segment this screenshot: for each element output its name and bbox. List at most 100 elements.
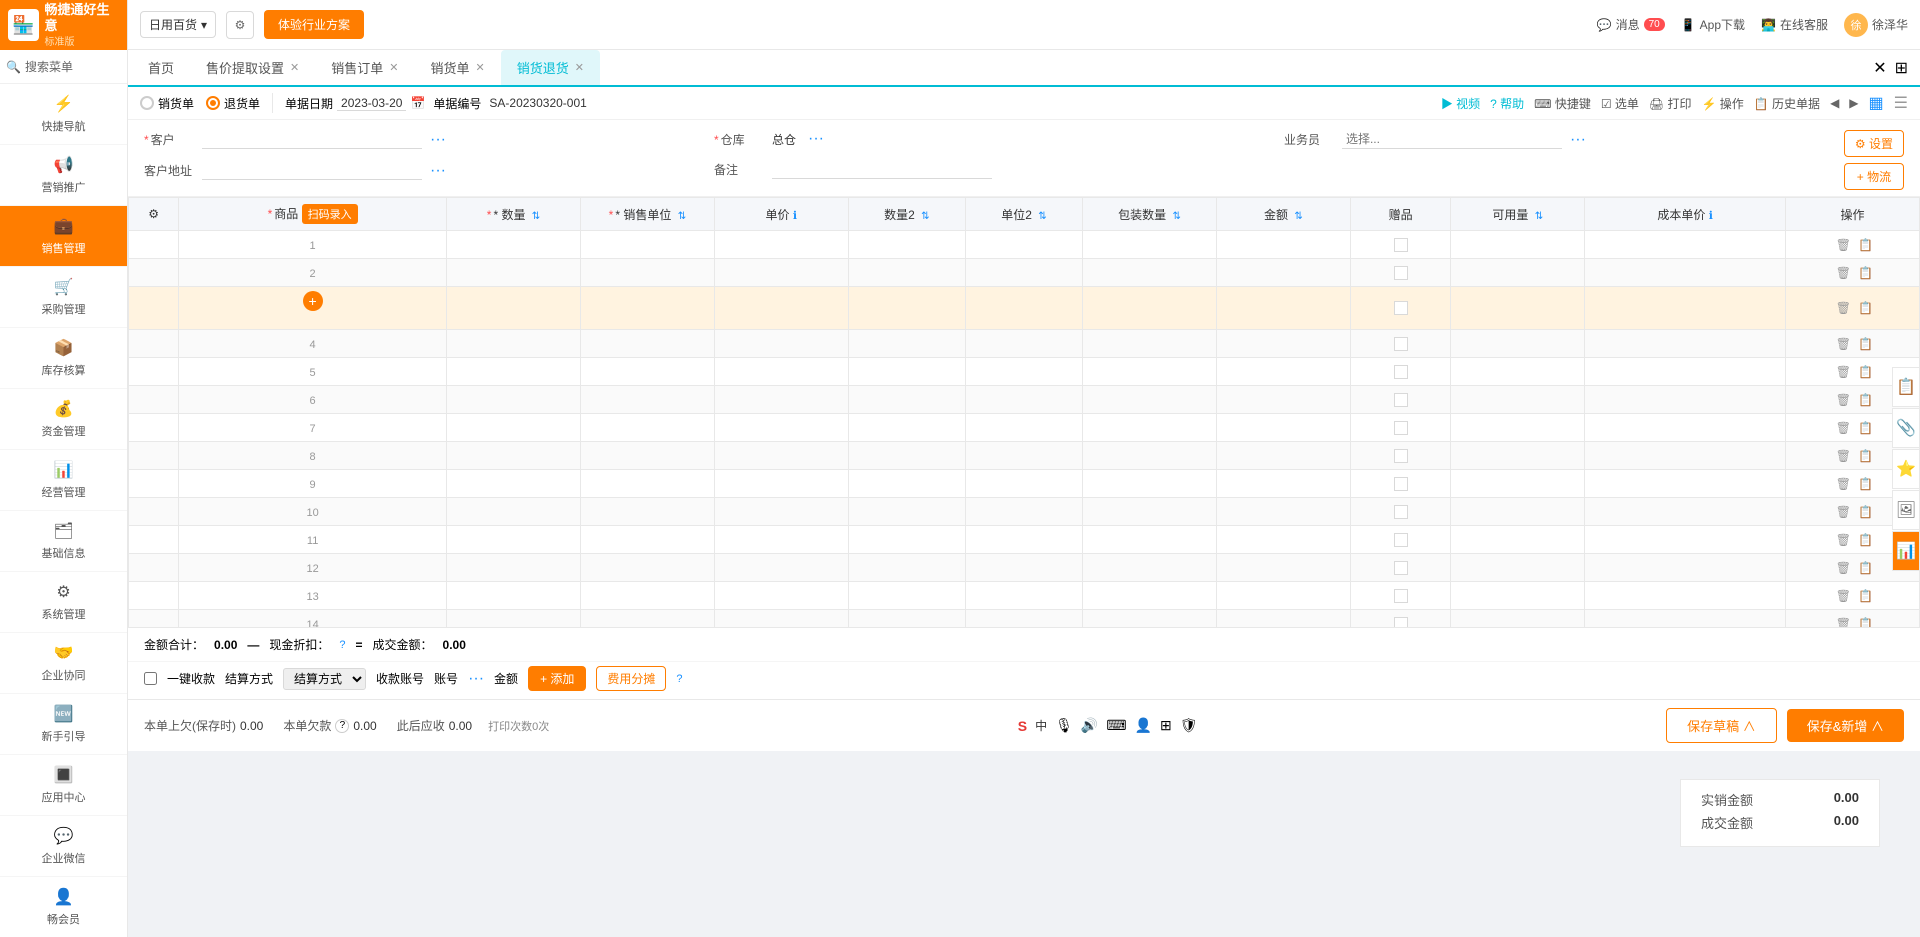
qty2-field-5[interactable] xyxy=(858,365,955,379)
row-pkg-1[interactable] xyxy=(1083,231,1217,259)
gift-checkbox-13[interactable] xyxy=(1394,589,1408,603)
row-qty2-7[interactable] xyxy=(848,414,965,442)
company-dropdown[interactable]: 日用百货 ▾ xyxy=(140,11,216,38)
delete-icon-13[interactable]: 🗑 xyxy=(1836,589,1851,603)
tab-close-sales-order[interactable]: ✕ xyxy=(389,61,398,74)
row-qty-14[interactable] xyxy=(447,610,581,628)
sidebar-item-system[interactable]: ⚙系统管理 xyxy=(0,572,127,633)
tab-home[interactable]: 首页 xyxy=(132,50,190,87)
row-qty2-9[interactable] xyxy=(848,470,965,498)
pkg-field-5[interactable] xyxy=(1093,365,1205,379)
close-all-icon[interactable]: ✕ xyxy=(1873,58,1886,78)
qty-field-10[interactable] xyxy=(457,505,569,519)
copy-icon-12[interactable]: 📋 xyxy=(1858,561,1873,575)
row-pkg-11[interactable] xyxy=(1083,526,1217,554)
row-unit-5[interactable] xyxy=(580,358,714,386)
row-unit-14[interactable] xyxy=(580,610,714,628)
row-amount-2[interactable] xyxy=(1216,259,1350,287)
user-profile-btn[interactable]: 徐 徐泽华 xyxy=(1844,13,1908,37)
row-qty-3[interactable] xyxy=(447,287,581,330)
row-pkg-9[interactable] xyxy=(1083,470,1217,498)
pkg-field-6[interactable] xyxy=(1093,393,1205,407)
unit2-field-6[interactable] xyxy=(975,393,1072,407)
address-dots[interactable]: ··· xyxy=(430,162,446,180)
qty-field-13[interactable] xyxy=(457,589,569,603)
row-qty-5[interactable] xyxy=(447,358,581,386)
qty-field-8[interactable] xyxy=(457,449,569,463)
expense-split-btn[interactable]: 费用分摊 xyxy=(596,666,666,691)
form-settings-btn[interactable]: ⚙ 设置 xyxy=(1844,130,1904,157)
row-qty2-1[interactable] xyxy=(848,231,965,259)
row-amount-14[interactable] xyxy=(1216,610,1350,628)
right-panel-item-2[interactable]: 📎 xyxy=(1892,408,1920,448)
row-gift-13[interactable] xyxy=(1350,582,1450,610)
pkg-field-9[interactable] xyxy=(1093,477,1205,491)
price-field-4[interactable] xyxy=(725,337,837,351)
delete-icon-5[interactable]: 🗑 xyxy=(1836,365,1851,379)
address-input[interactable] xyxy=(202,161,422,180)
right-panel-item-4[interactable]: 🖼 xyxy=(1892,490,1920,530)
one-key-pay-checkbox[interactable] xyxy=(144,672,157,685)
gift-checkbox-3[interactable] xyxy=(1394,301,1408,315)
scan-btn[interactable]: 扫码录入 xyxy=(302,204,358,224)
pkg-field-11[interactable] xyxy=(1093,533,1205,547)
trial-btn[interactable]: 体验行业方案 xyxy=(264,10,364,39)
amount-field-8[interactable] xyxy=(1227,449,1339,463)
row-price-3[interactable] xyxy=(714,287,848,330)
expense-help-icon[interactable]: ? xyxy=(676,673,682,685)
gift-checkbox-5[interactable] xyxy=(1394,365,1408,379)
qty2-field-2[interactable] xyxy=(858,266,955,280)
notification-btn[interactable]: 💬 消息 70 xyxy=(1597,16,1665,33)
gift-checkbox-9[interactable] xyxy=(1394,477,1408,491)
price-field-14[interactable] xyxy=(725,617,837,628)
view-list-btn[interactable]: ☰ xyxy=(1894,93,1908,113)
app-download-btn[interactable]: 📱 App下载 xyxy=(1681,16,1745,33)
row-price-11[interactable] xyxy=(714,526,848,554)
row-unit2-3[interactable] xyxy=(965,287,1082,330)
qty2-field-14[interactable] xyxy=(858,617,955,628)
unit-field-11[interactable] xyxy=(591,533,703,547)
copy-icon-14[interactable]: 📋 xyxy=(1858,617,1873,628)
sidebar-item-guide[interactable]: 🆕新手引导 xyxy=(0,694,127,755)
delete-icon-6[interactable]: 🗑 xyxy=(1836,393,1851,407)
amount-field-2[interactable] xyxy=(1227,266,1339,280)
copy-icon-7[interactable]: 📋 xyxy=(1858,421,1873,435)
amount-field-14[interactable] xyxy=(1227,617,1339,628)
tab-sales-order[interactable]: 销售订单 ✕ xyxy=(315,50,414,87)
qty-field-11[interactable] xyxy=(457,533,569,547)
row-unit-10[interactable] xyxy=(580,498,714,526)
row-amount-13[interactable] xyxy=(1216,582,1350,610)
delete-icon-11[interactable]: 🗑 xyxy=(1836,533,1851,547)
settings-gear-btn[interactable]: ⚙ xyxy=(226,11,254,39)
row-unit-2[interactable] xyxy=(580,259,714,287)
sidebar-item-sales[interactable]: 💼销售管理 xyxy=(0,206,127,267)
row-gift-3[interactable] xyxy=(1350,287,1450,330)
qty2-field-1[interactable] xyxy=(858,238,955,252)
amount-field-6[interactable] xyxy=(1227,393,1339,407)
row-qty2-3[interactable] xyxy=(848,287,965,330)
row-unit2-1[interactable] xyxy=(965,231,1082,259)
radio-return[interactable]: 退货单 xyxy=(206,95,260,112)
row-qty2-14[interactable] xyxy=(848,610,965,628)
qty2-field-13[interactable] xyxy=(858,589,955,603)
tab-close-sales-return[interactable]: ✕ xyxy=(575,61,584,74)
qty-field-4[interactable] xyxy=(457,337,569,351)
copy-icon-9[interactable]: 📋 xyxy=(1858,477,1873,491)
row-price-10[interactable] xyxy=(714,498,848,526)
row-price-8[interactable] xyxy=(714,442,848,470)
price-field-7[interactable] xyxy=(725,421,837,435)
unit2-field-8[interactable] xyxy=(975,449,1072,463)
salesperson-input[interactable] xyxy=(1342,130,1562,149)
row-pkg-12[interactable] xyxy=(1083,554,1217,582)
row-qty-9[interactable] xyxy=(447,470,581,498)
price-field-6[interactable] xyxy=(725,393,837,407)
gift-checkbox-10[interactable] xyxy=(1394,505,1408,519)
row-amount-10[interactable] xyxy=(1216,498,1350,526)
unit2-field-4[interactable] xyxy=(975,337,1072,351)
unit-field-9[interactable] xyxy=(591,477,703,491)
row-price-7[interactable] xyxy=(714,414,848,442)
save-new-btn[interactable]: 保存&新增 ∧ xyxy=(1787,709,1904,742)
unit2-field-5[interactable] xyxy=(975,365,1072,379)
qty2-field-9[interactable] xyxy=(858,477,955,491)
pkg-field-13[interactable] xyxy=(1093,589,1205,603)
